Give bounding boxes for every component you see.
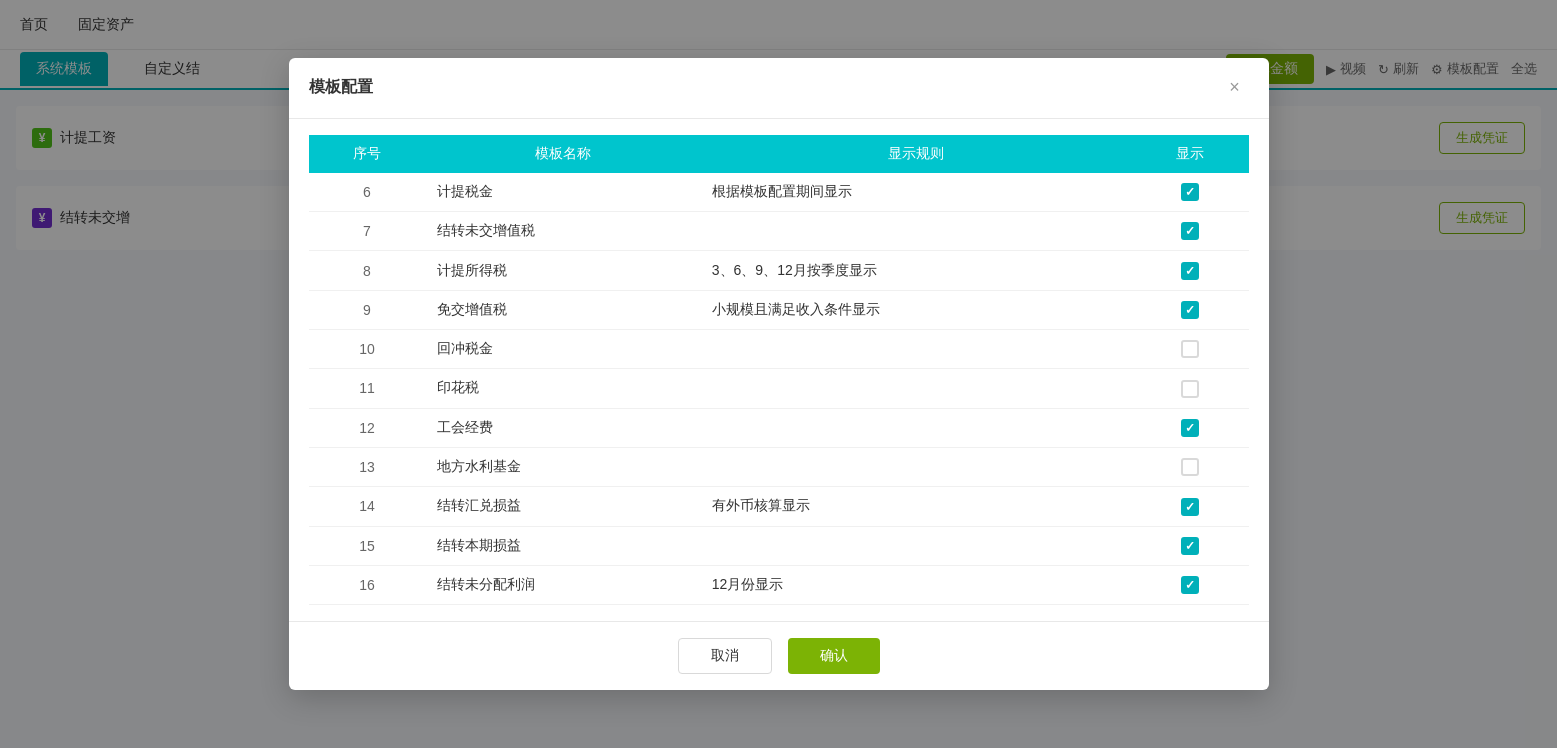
table-row: 16结转未分配利润12月份显示: [309, 565, 1249, 604]
col-name: 模板名称: [425, 135, 699, 173]
cell-name: 免交增值税: [425, 290, 699, 329]
row-checkbox-7[interactable]: [1181, 222, 1199, 240]
close-modal-button[interactable]: ×: [1221, 74, 1249, 102]
col-seq: 序号: [309, 135, 426, 173]
row-checkbox-15[interactable]: [1181, 537, 1199, 555]
cell-checkbox: [1132, 173, 1249, 212]
cell-seq: 7: [309, 212, 426, 251]
cell-checkbox: [1132, 290, 1249, 329]
cell-rule: [700, 212, 1132, 251]
col-display: 显示: [1132, 135, 1249, 173]
modal-title: 模板配置: [309, 77, 373, 98]
cell-rule: 12月份显示: [700, 565, 1132, 604]
cell-rule: [700, 330, 1132, 369]
cell-checkbox: [1132, 369, 1249, 408]
cell-rule: 根据模板配置期间显示: [700, 173, 1132, 212]
table-header: 序号 模板名称 显示规则 显示: [309, 135, 1249, 173]
table-row: 9免交增值税小规模且满足收入条件显示: [309, 290, 1249, 329]
cell-seq: 15: [309, 526, 426, 565]
table-row: 13地方水利基金: [309, 447, 1249, 486]
cell-name: 印花税: [425, 369, 699, 408]
cell-checkbox: [1132, 408, 1249, 447]
table-row: 7结转未交增值税: [309, 212, 1249, 251]
confirm-button[interactable]: 确认: [788, 638, 880, 674]
row-checkbox-13[interactable]: [1181, 458, 1199, 476]
row-checkbox-11[interactable]: [1181, 380, 1199, 398]
cell-checkbox: [1132, 526, 1249, 565]
row-checkbox-12[interactable]: [1181, 419, 1199, 437]
cell-name: 计提税金: [425, 173, 699, 212]
template-config-modal: 模板配置 × 序号 模板名称 显示规则 显示 6计提税金根据模板配置期间显示7结…: [289, 58, 1269, 690]
cell-checkbox: [1132, 565, 1249, 604]
cell-seq: 16: [309, 565, 426, 604]
cell-seq: 8: [309, 251, 426, 290]
cell-checkbox: [1132, 212, 1249, 251]
cell-name: 结转未交增值税: [425, 212, 699, 251]
table-row: 8计提所得税3、6、9、12月按季度显示: [309, 251, 1249, 290]
cell-rule: [700, 526, 1132, 565]
cell-name: 地方水利基金: [425, 447, 699, 486]
cell-rule: 3、6、9、12月按季度显示: [700, 251, 1132, 290]
row-checkbox-16[interactable]: [1181, 576, 1199, 594]
cell-rule: 小规模且满足收入条件显示: [700, 290, 1132, 329]
table-body: 6计提税金根据模板配置期间显示7结转未交增值税8计提所得税3、6、9、12月按季…: [309, 173, 1249, 605]
row-checkbox-10[interactable]: [1181, 340, 1199, 358]
row-checkbox-9[interactable]: [1181, 301, 1199, 319]
table-row: 14结转汇兑损益有外币核算显示: [309, 487, 1249, 526]
row-checkbox-8[interactable]: [1181, 262, 1199, 280]
table-row: 6计提税金根据模板配置期间显示: [309, 173, 1249, 212]
cell-name: 结转汇兑损益: [425, 487, 699, 526]
cell-rule: [700, 369, 1132, 408]
cell-rule: [700, 447, 1132, 486]
cell-rule: [700, 408, 1132, 447]
cell-name: 结转本期损益: [425, 526, 699, 565]
table-row: 11印花税: [309, 369, 1249, 408]
cell-name: 计提所得税: [425, 251, 699, 290]
modal-footer: 取消 确认: [289, 621, 1269, 690]
modal-body: 序号 模板名称 显示规则 显示 6计提税金根据模板配置期间显示7结转未交增值税8…: [289, 119, 1269, 621]
cell-checkbox: [1132, 330, 1249, 369]
cell-name: 工会经费: [425, 408, 699, 447]
cell-rule: 有外币核算显示: [700, 487, 1132, 526]
row-checkbox-6[interactable]: [1181, 183, 1199, 201]
modal-header: 模板配置 ×: [289, 58, 1269, 119]
cell-seq: 11: [309, 369, 426, 408]
cell-checkbox: [1132, 447, 1249, 486]
config-table: 序号 模板名称 显示规则 显示 6计提税金根据模板配置期间显示7结转未交增值税8…: [309, 135, 1249, 605]
table-row: 15结转本期损益: [309, 526, 1249, 565]
cell-checkbox: [1132, 251, 1249, 290]
cell-checkbox: [1132, 487, 1249, 526]
cell-name: 回冲税金: [425, 330, 699, 369]
cell-seq: 14: [309, 487, 426, 526]
cell-seq: 12: [309, 408, 426, 447]
table-row: 10回冲税金: [309, 330, 1249, 369]
cancel-button[interactable]: 取消: [678, 638, 772, 674]
modal-overlay: 模板配置 × 序号 模板名称 显示规则 显示 6计提税金根据模板配置期间显示7结…: [0, 0, 1557, 748]
cell-seq: 13: [309, 447, 426, 486]
cell-seq: 9: [309, 290, 426, 329]
table-row: 12工会经费: [309, 408, 1249, 447]
cell-name: 结转未分配利润: [425, 565, 699, 604]
col-rule: 显示规则: [700, 135, 1132, 173]
cell-seq: 6: [309, 173, 426, 212]
row-checkbox-14[interactable]: [1181, 498, 1199, 516]
cell-seq: 10: [309, 330, 426, 369]
